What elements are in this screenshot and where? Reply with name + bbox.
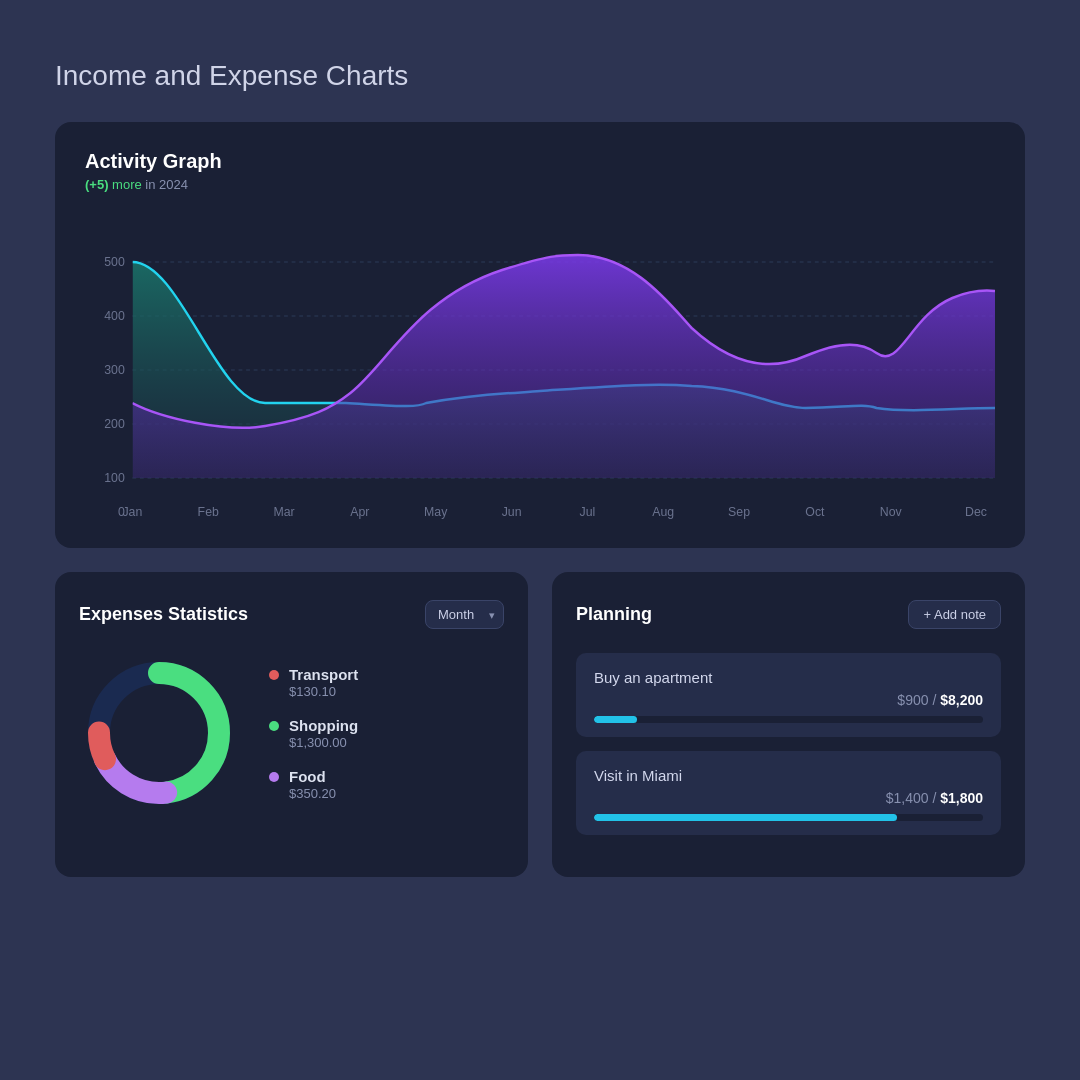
legend-dot-food (269, 772, 279, 782)
expenses-card: Expenses Statistics Month Week Year (55, 572, 528, 877)
svg-text:Feb: Feb (198, 505, 219, 519)
activity-graph-subtitle: (+5) more in 2024 (85, 177, 995, 192)
svg-text:Sep: Sep (728, 505, 750, 519)
bottom-row: Expenses Statistics Month Week Year (55, 572, 1025, 877)
page-title: Income and Expense Charts (55, 60, 1025, 92)
expenses-header: Expenses Statistics Month Week Year (79, 600, 504, 629)
svg-text:Mar: Mar (273, 505, 294, 519)
progress-bar-fill-1 (594, 814, 897, 821)
svg-text:Nov: Nov (880, 505, 903, 519)
svg-text:Jan: Jan (122, 505, 142, 519)
expenses-legend: Transport $130.10 Shopping $1,300.00 (269, 666, 358, 801)
legend-item-shopping: Shopping $1,300.00 (269, 717, 358, 750)
activity-graph-title: Activity Graph (85, 150, 995, 173)
planning-item-1: Visit in Miami $1,400 / $1,800 (576, 751, 1001, 835)
legend-label-transport: Transport (289, 666, 358, 683)
planning-current-0: $900 (897, 692, 928, 708)
svg-text:100: 100 (104, 471, 125, 485)
planning-amounts-0: $900 / $8,200 (594, 692, 983, 708)
activity-more: more (112, 177, 142, 192)
svg-text:Apr: Apr (350, 505, 369, 519)
svg-text:500: 500 (104, 255, 125, 269)
svg-text:Jun: Jun (502, 505, 522, 519)
svg-text:400: 400 (104, 309, 125, 323)
legend-text-transport: Transport $130.10 (289, 666, 358, 699)
svg-text:Dec: Dec (965, 505, 987, 519)
planning-item-name-0: Buy an apartment (594, 669, 983, 686)
add-note-button[interactable]: + Add note (908, 600, 1001, 629)
page-container: Income and Expense Charts Activity Graph… (0, 0, 1080, 917)
svg-text:May: May (424, 505, 448, 519)
legend-dot-transport (269, 670, 279, 680)
expenses-content: Transport $130.10 Shopping $1,300.00 (79, 653, 504, 813)
legend-item-food: Food $350.20 (269, 768, 358, 801)
planning-title: Planning (576, 604, 652, 625)
month-select-wrapper[interactable]: Month Week Year (425, 600, 504, 629)
legend-amount-food: $350.20 (289, 786, 336, 801)
legend-amount-shopping: $1,300.00 (289, 735, 358, 750)
legend-dot-shopping (269, 721, 279, 731)
planning-total-1: $1,800 (940, 790, 983, 806)
legend-label-food: Food (289, 768, 336, 785)
legend-item-transport: Transport $130.10 (269, 666, 358, 699)
planning-header: Planning + Add note (576, 600, 1001, 629)
donut-chart (79, 653, 239, 813)
svg-text:Aug: Aug (652, 505, 674, 519)
legend-text-food: Food $350.20 (289, 768, 336, 801)
expenses-title: Expenses Statistics (79, 604, 248, 625)
planning-item-0: Buy an apartment $900 / $8,200 (576, 653, 1001, 737)
activity-card: Activity Graph (+5) more in 2024 (55, 122, 1025, 548)
progress-bar-fill-0 (594, 716, 637, 723)
svg-text:Jul: Jul (580, 505, 596, 519)
planning-current-1: $1,400 (886, 790, 929, 806)
svg-text:300: 300 (104, 363, 125, 377)
progress-bar-bg-0 (594, 716, 983, 723)
planning-card: Planning + Add note Buy an apartment $90… (552, 572, 1025, 877)
progress-bar-bg-1 (594, 814, 983, 821)
legend-text-shopping: Shopping $1,300.00 (289, 717, 358, 750)
svg-text:Oct: Oct (805, 505, 825, 519)
legend-label-shopping: Shopping (289, 717, 358, 734)
planning-item-name-1: Visit in Miami (594, 767, 983, 784)
svg-text:200: 200 (104, 417, 125, 431)
month-select[interactable]: Month Week Year (425, 600, 504, 629)
activity-chart-area: 500 400 300 200 100 0 Jan Feb Mar A (85, 208, 995, 528)
activity-chart-svg: 500 400 300 200 100 0 Jan Feb Mar A (85, 208, 995, 528)
activity-year: in 2024 (145, 177, 188, 192)
planning-amounts-1: $1,400 / $1,800 (594, 790, 983, 806)
activity-plus: (+5) (85, 177, 108, 192)
legend-amount-transport: $130.10 (289, 684, 358, 699)
add-note-label: + Add note (923, 607, 986, 622)
planning-total-0: $8,200 (940, 692, 983, 708)
donut-svg (79, 653, 239, 813)
